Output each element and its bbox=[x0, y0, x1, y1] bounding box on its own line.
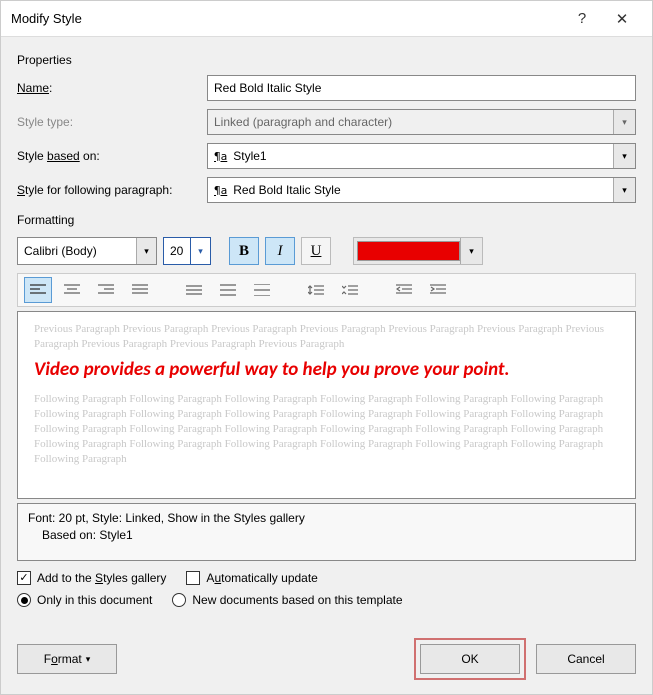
following-paragraph-combo[interactable]: ¶a Red Bold Italic Style ▾ bbox=[207, 177, 636, 203]
align-left-button[interactable] bbox=[24, 277, 52, 303]
chevron-down-icon[interactable]: ▾ bbox=[613, 178, 635, 202]
dialog-footer: Format▾ OK Cancel bbox=[17, 626, 636, 680]
add-to-gallery-checkbox[interactable]: ✓ Add to the Styles gallery bbox=[17, 571, 166, 585]
properties-section-label: Properties bbox=[17, 53, 636, 67]
align-justify-button[interactable] bbox=[126, 277, 154, 303]
following-para-label: Style for following paragraph: bbox=[17, 183, 207, 197]
radio-unchecked-icon bbox=[172, 593, 186, 607]
style-type-combo: Linked (paragraph and character) ▾ bbox=[207, 109, 636, 135]
ok-button[interactable]: OK bbox=[420, 644, 520, 674]
new-documents-radio[interactable]: New documents based on this template bbox=[172, 593, 402, 607]
decrease-indent-button[interactable] bbox=[390, 277, 418, 303]
close-button[interactable]: ✕ bbox=[602, 1, 642, 37]
only-this-document-radio[interactable]: Only in this document bbox=[17, 593, 152, 607]
font-size-value: 20 bbox=[170, 244, 183, 258]
format-button[interactable]: Format▾ bbox=[17, 644, 117, 674]
dialog-content: Properties Name: Style type: Linked (par… bbox=[1, 37, 652, 694]
chevron-down-icon[interactable]: ▾ bbox=[190, 238, 210, 264]
color-swatch bbox=[357, 241, 460, 261]
chevron-down-icon[interactable]: ▾ bbox=[136, 238, 156, 264]
space-before-increase-button[interactable] bbox=[302, 277, 330, 303]
add-to-gallery-label: Add to the Styles gallery bbox=[37, 571, 166, 585]
checkbox-checked-icon: ✓ bbox=[17, 571, 31, 585]
increase-indent-button[interactable] bbox=[424, 277, 452, 303]
font-color-button[interactable]: ▾ bbox=[353, 237, 483, 265]
checkbox-unchecked-icon bbox=[186, 571, 200, 585]
line-spacing-15-button[interactable] bbox=[214, 277, 242, 303]
formatting-toolbar-2 bbox=[17, 273, 636, 307]
new-documents-label: New documents based on this template bbox=[192, 593, 402, 607]
align-center-button[interactable] bbox=[58, 277, 86, 303]
italic-button[interactable]: I bbox=[265, 237, 295, 265]
description-line-1: Font: 20 pt, Style: Linked, Show in the … bbox=[28, 510, 625, 527]
name-label: Name: bbox=[17, 81, 207, 95]
chevron-down-icon[interactable]: ▾ bbox=[460, 238, 482, 264]
preview-sample-text: Video provides a powerful way to help yo… bbox=[34, 358, 619, 383]
chevron-down-icon: ▾ bbox=[613, 110, 635, 134]
preview-pane: Previous Paragraph Previous Paragraph Pr… bbox=[17, 311, 636, 499]
style-type-value: Linked (paragraph and character) bbox=[214, 115, 392, 129]
based-on-value: Style1 bbox=[233, 149, 266, 163]
preview-following-paragraph: Following Paragraph Following Paragraph … bbox=[34, 392, 619, 466]
only-this-document-label: Only in this document bbox=[37, 593, 152, 607]
based-on-combo[interactable]: ¶a Style1 ▾ bbox=[207, 143, 636, 169]
font-name-combo[interactable]: Calibri (Body) ▾ bbox=[17, 237, 157, 265]
font-size-combo[interactable]: 20 ▾ bbox=[163, 237, 211, 265]
align-right-button[interactable] bbox=[92, 277, 120, 303]
titlebar: Modify Style ? ✕ bbox=[1, 1, 652, 37]
chevron-down-icon[interactable]: ▾ bbox=[613, 144, 635, 168]
style-type-label: Style type: bbox=[17, 115, 207, 129]
help-button[interactable]: ? bbox=[562, 1, 602, 37]
formatting-section-label: Formatting bbox=[17, 213, 636, 227]
font-name-value: Calibri (Body) bbox=[24, 244, 97, 258]
cancel-button[interactable]: Cancel bbox=[536, 644, 636, 674]
based-on-label: Style based on: bbox=[17, 149, 207, 163]
line-spacing-2-button[interactable] bbox=[248, 277, 276, 303]
radio-checked-icon bbox=[17, 593, 31, 607]
paragraph-mark-icon: ¶a bbox=[214, 184, 227, 197]
space-before-decrease-button[interactable] bbox=[336, 277, 364, 303]
preview-previous-paragraph: Previous Paragraph Previous Paragraph Pr… bbox=[34, 322, 619, 352]
paragraph-mark-icon: ¶a bbox=[214, 150, 227, 163]
dialog-title: Modify Style bbox=[11, 11, 562, 26]
following-para-value: Red Bold Italic Style bbox=[233, 183, 340, 197]
modify-style-dialog: Modify Style ? ✕ Properties Name: Style … bbox=[0, 0, 653, 695]
style-description: Font: 20 pt, Style: Linked, Show in the … bbox=[17, 503, 636, 561]
options-area: ✓ Add to the Styles gallery Automaticall… bbox=[17, 571, 636, 607]
description-line-2: Based on: Style1 bbox=[28, 527, 625, 544]
ok-highlight: OK bbox=[414, 638, 526, 680]
name-input[interactable] bbox=[207, 75, 636, 101]
formatting-toolbar-1: Calibri (Body) ▾ 20 ▾ B I U ▾ bbox=[17, 237, 636, 265]
underline-button[interactable]: U bbox=[301, 237, 331, 265]
auto-update-label: Automatically update bbox=[206, 571, 317, 585]
bold-button[interactable]: B bbox=[229, 237, 259, 265]
line-spacing-1-button[interactable] bbox=[180, 277, 208, 303]
auto-update-checkbox[interactable]: Automatically update bbox=[186, 571, 317, 585]
